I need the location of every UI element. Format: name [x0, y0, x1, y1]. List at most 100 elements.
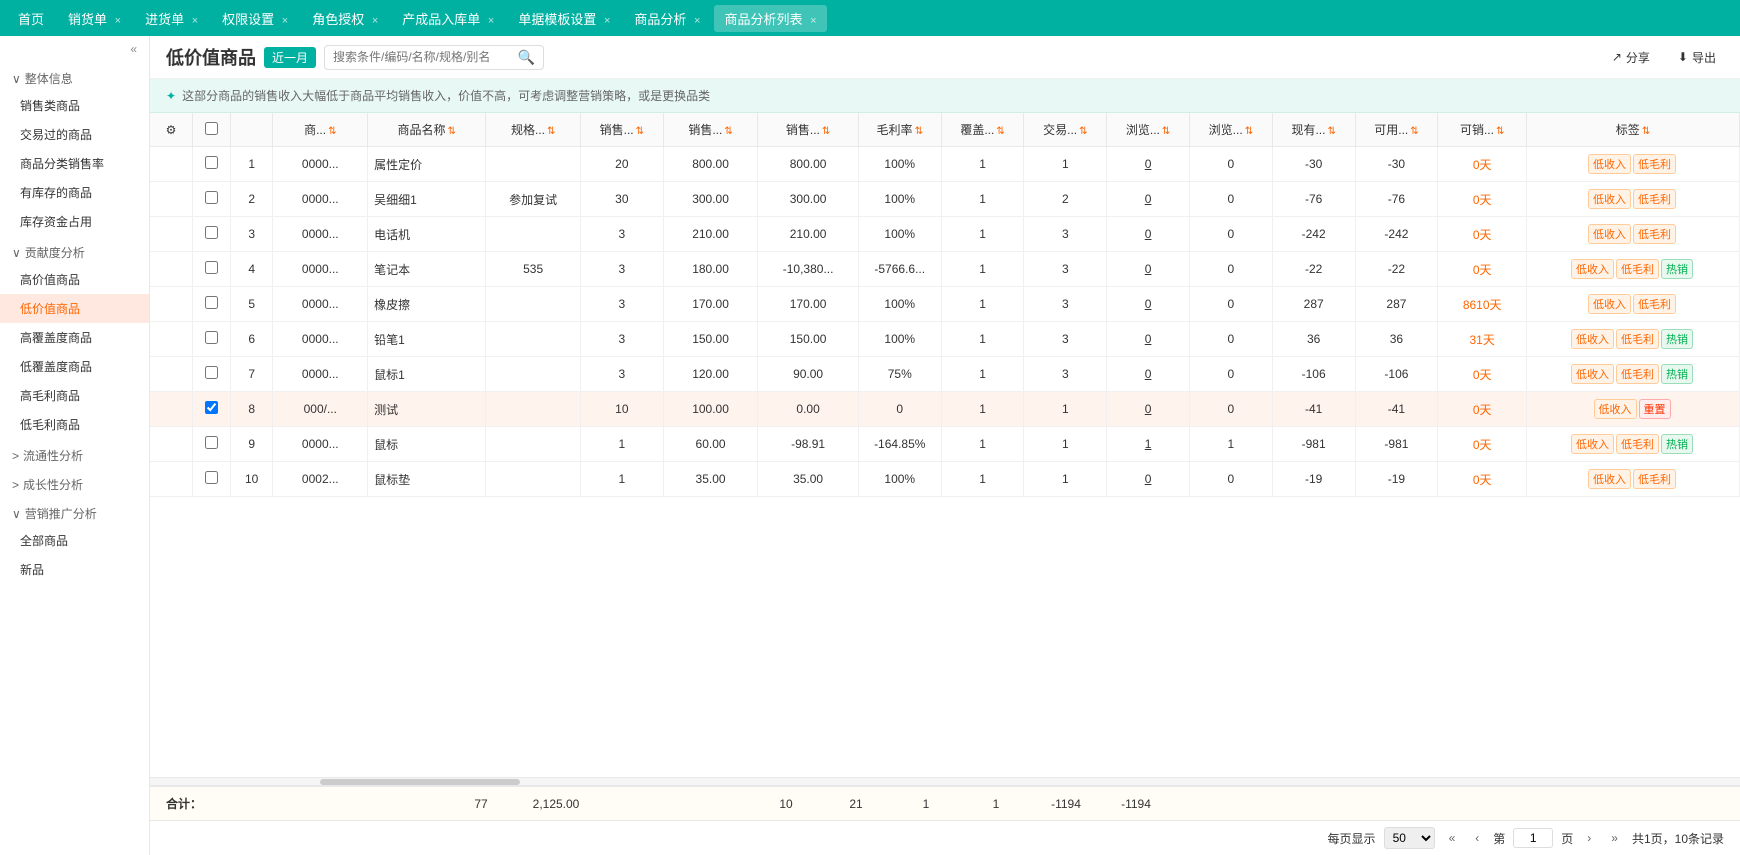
- row-checkbox[interactable]: [205, 226, 218, 239]
- close-icon[interactable]: ×: [810, 15, 816, 27]
- nav-permission[interactable]: 权限设置 ×: [212, 5, 298, 32]
- th-sellable[interactable]: 可销...⇅: [1438, 113, 1527, 147]
- close-icon[interactable]: ×: [282, 15, 288, 27]
- tag-badge[interactable]: 热销: [1661, 434, 1693, 454]
- tag-badge[interactable]: 低毛利: [1633, 189, 1676, 209]
- th-sale-qty[interactable]: 销售...⇅: [580, 113, 663, 147]
- nav-product-analysis-list[interactable]: 商品分析列表 ×: [714, 5, 826, 32]
- first-page-btn[interactable]: «: [1443, 829, 1462, 847]
- sidebar-item-high-gross[interactable]: 高毛利商品: [0, 381, 149, 410]
- cell-browse1[interactable]: 0: [1107, 287, 1190, 322]
- th-name[interactable]: 商品名称⇅: [368, 113, 486, 147]
- export-button[interactable]: ⬇ 导出: [1670, 45, 1724, 70]
- row-checkbox[interactable]: [205, 261, 218, 274]
- sidebar-item-stock-products[interactable]: 有库存的商品: [0, 178, 149, 207]
- row-checkbox[interactable]: [205, 366, 218, 379]
- cell-check[interactable]: [193, 462, 231, 497]
- table-wrapper[interactable]: ⚙ 商...⇅ 商品名称⇅ 规格...⇅ 销售...⇅ 销售...⇅ 销售...…: [150, 113, 1740, 777]
- tag-badge[interactable]: 低收入: [1571, 329, 1614, 349]
- row-checkbox[interactable]: [205, 156, 218, 169]
- cell-browse1[interactable]: 0: [1107, 392, 1190, 427]
- sidebar-item-sales-products[interactable]: 销售类商品: [0, 91, 149, 120]
- nav-role[interactable]: 角色授权 ×: [302, 5, 388, 32]
- tag-badge[interactable]: 热销: [1661, 259, 1693, 279]
- th-trade[interactable]: 交易...⇅: [1024, 113, 1107, 147]
- row-checkbox[interactable]: [205, 401, 218, 414]
- sidebar-group-growth[interactable]: > 成长性分析: [0, 468, 149, 497]
- close-icon[interactable]: ×: [372, 15, 378, 27]
- tag-badge[interactable]: 低毛利: [1633, 294, 1676, 314]
- cell-browse1[interactable]: 0: [1107, 322, 1190, 357]
- close-icon[interactable]: ×: [604, 15, 610, 27]
- tag-badge[interactable]: 低收入: [1571, 434, 1614, 454]
- cell-browse1[interactable]: 0: [1107, 357, 1190, 392]
- cell-browse1[interactable]: 0: [1107, 217, 1190, 252]
- sidebar-item-traded-products[interactable]: 交易过的商品: [0, 120, 149, 149]
- close-icon[interactable]: ×: [694, 15, 700, 27]
- row-checkbox[interactable]: [205, 331, 218, 344]
- tag-badge[interactable]: 低收入: [1588, 189, 1631, 209]
- cell-check[interactable]: [193, 427, 231, 462]
- nav-product-in[interactable]: 产成品入库单 ×: [392, 5, 504, 32]
- cell-browse1[interactable]: 1: [1107, 427, 1190, 462]
- sidebar-group-circulation[interactable]: > 流通性分析: [0, 439, 149, 468]
- cell-check[interactable]: [193, 392, 231, 427]
- cell-check[interactable]: [193, 322, 231, 357]
- sidebar-item-high-coverage[interactable]: 高覆盖度商品: [0, 323, 149, 352]
- th-browse2[interactable]: 浏览...⇅: [1189, 113, 1272, 147]
- tag-badge[interactable]: 低收入: [1588, 469, 1631, 489]
- th-sale-avg[interactable]: 销售...⇅: [663, 113, 758, 147]
- row-checkbox[interactable]: [205, 191, 218, 204]
- th-check[interactable]: [193, 113, 231, 147]
- sidebar-item-category-sales[interactable]: 商品分类销售率: [0, 149, 149, 178]
- search-icon[interactable]: 🔍: [518, 49, 535, 66]
- tag-badge[interactable]: 低毛利: [1616, 329, 1659, 349]
- filter-tag-month[interactable]: 近一月: [264, 47, 316, 68]
- tag-badge[interactable]: 低毛利: [1633, 224, 1676, 244]
- row-checkbox[interactable]: [205, 471, 218, 484]
- th-browse1[interactable]: 浏览...⇅: [1107, 113, 1190, 147]
- nav-product-analysis[interactable]: 商品分析 ×: [624, 5, 710, 32]
- tag-badge[interactable]: 低收入: [1588, 154, 1631, 174]
- sidebar-item-new-products[interactable]: 新品: [0, 555, 149, 584]
- cell-check[interactable]: [193, 252, 231, 287]
- row-checkbox[interactable]: [205, 296, 218, 309]
- prev-page-btn[interactable]: ‹: [1469, 829, 1485, 847]
- sidebar-item-low-coverage[interactable]: 低覆盖度商品: [0, 352, 149, 381]
- tag-badge[interactable]: 低毛利: [1633, 469, 1676, 489]
- cell-browse1[interactable]: 0: [1107, 147, 1190, 182]
- tag-badge[interactable]: 低毛利: [1616, 259, 1659, 279]
- tag-badge[interactable]: 低收入: [1594, 399, 1637, 419]
- th-cover[interactable]: 覆盖...⇅: [941, 113, 1024, 147]
- per-page-select[interactable]: 50 100 200: [1384, 827, 1435, 849]
- cell-browse1[interactable]: 0: [1107, 462, 1190, 497]
- cell-check[interactable]: [193, 217, 231, 252]
- tag-badge[interactable]: 低毛利: [1633, 154, 1676, 174]
- cell-check[interactable]: [193, 287, 231, 322]
- th-gross-rate[interactable]: 毛利率⇅: [858, 113, 941, 147]
- tag-badge[interactable]: 低收入: [1588, 294, 1631, 314]
- cell-browse1[interactable]: 0: [1107, 252, 1190, 287]
- share-button[interactable]: ↗ 分享: [1604, 45, 1658, 70]
- th-current[interactable]: 现有...⇅: [1272, 113, 1355, 147]
- tag-badge[interactable]: 低收入: [1571, 259, 1614, 279]
- search-input[interactable]: [333, 50, 514, 64]
- cell-browse1[interactable]: 0: [1107, 182, 1190, 217]
- sidebar-collapse-btn[interactable]: «: [130, 42, 137, 56]
- tag-badge[interactable]: 重置: [1639, 399, 1671, 419]
- last-page-btn[interactable]: »: [1605, 829, 1624, 847]
- sidebar-item-high-value[interactable]: 高价值商品: [0, 265, 149, 294]
- tag-badge[interactable]: 低收入: [1588, 224, 1631, 244]
- scrollbar-area[interactable]: [150, 777, 1740, 785]
- close-icon[interactable]: ×: [192, 15, 198, 27]
- nav-sales[interactable]: 销货单 ×: [58, 5, 131, 32]
- close-icon[interactable]: ×: [115, 15, 121, 27]
- th-code[interactable]: 商...⇅: [273, 113, 368, 147]
- tag-badge[interactable]: 低收入: [1571, 364, 1614, 384]
- cell-check[interactable]: [193, 182, 231, 217]
- sidebar-item-all-products[interactable]: 全部商品: [0, 526, 149, 555]
- sidebar-item-low-value[interactable]: 低价值商品: [0, 294, 149, 323]
- close-icon[interactable]: ×: [488, 15, 494, 27]
- sidebar-item-low-gross[interactable]: 低毛利商品: [0, 410, 149, 439]
- tag-badge[interactable]: 热销: [1661, 364, 1693, 384]
